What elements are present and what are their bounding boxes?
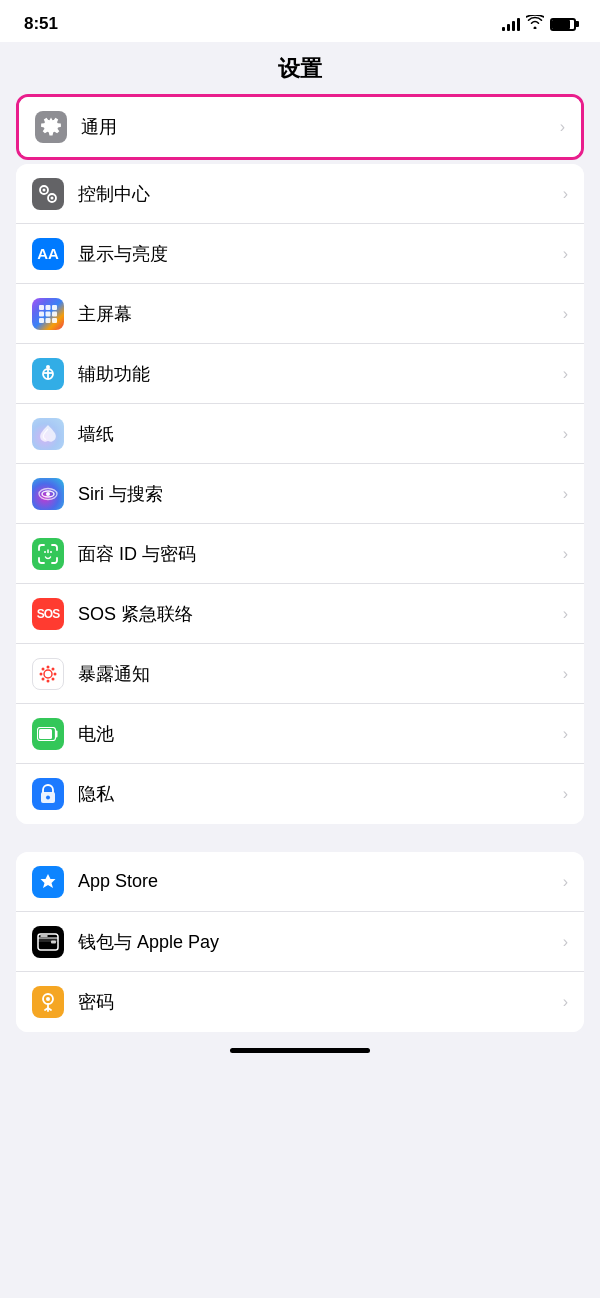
svg-point-42 bbox=[46, 997, 50, 1001]
highlighted-settings-section: 通用 › bbox=[16, 94, 584, 160]
svg-point-4 bbox=[51, 196, 54, 199]
chevron-icon: › bbox=[563, 665, 568, 683]
svg-point-25 bbox=[47, 679, 50, 682]
home-screen-icon bbox=[32, 298, 64, 330]
svg-rect-9 bbox=[46, 311, 51, 316]
status-bar: 8:51 bbox=[0, 0, 600, 42]
settings-row-control-center[interactable]: 控制中心 › bbox=[16, 164, 584, 224]
svg-rect-33 bbox=[39, 729, 52, 739]
page-title: 设置 bbox=[0, 42, 600, 94]
settings-row-battery[interactable]: 电池 › bbox=[16, 704, 584, 764]
chevron-icon: › bbox=[563, 993, 568, 1011]
general-icon bbox=[35, 111, 67, 143]
settings-row-general[interactable]: 通用 › bbox=[19, 97, 581, 157]
chevron-icon: › bbox=[563, 245, 568, 263]
accessibility-icon bbox=[32, 358, 64, 390]
svg-rect-11 bbox=[39, 318, 44, 323]
svg-rect-39 bbox=[51, 940, 56, 943]
chevron-icon: › bbox=[563, 425, 568, 443]
svg-point-35 bbox=[46, 796, 50, 800]
svg-point-22 bbox=[50, 551, 52, 553]
svg-point-20 bbox=[46, 492, 50, 496]
settings-row-accessibility[interactable]: 辅助功能 › bbox=[16, 344, 584, 404]
svg-point-27 bbox=[54, 672, 57, 675]
main-settings-section: 控制中心 › AA 显示与亮度 › 主屏幕 › bbox=[16, 164, 584, 824]
wallet-icon bbox=[32, 926, 64, 958]
chevron-icon: › bbox=[563, 933, 568, 951]
status-icons bbox=[502, 15, 576, 33]
settings-row-home-screen[interactable]: 主屏幕 › bbox=[16, 284, 584, 344]
chevron-icon: › bbox=[563, 785, 568, 803]
wallet-label: 钱包与 Apple Pay bbox=[78, 930, 563, 954]
battery-label: 电池 bbox=[78, 722, 563, 746]
svg-rect-7 bbox=[52, 305, 57, 310]
passwords-label: 密码 bbox=[78, 990, 563, 1014]
home-screen-label: 主屏幕 bbox=[78, 302, 563, 326]
svg-rect-13 bbox=[52, 318, 57, 323]
svg-point-29 bbox=[52, 677, 55, 680]
svg-rect-12 bbox=[46, 318, 51, 323]
battery-icon bbox=[550, 18, 576, 31]
wallpaper-label: 墙纸 bbox=[78, 422, 563, 446]
app-section: App Store › 钱包与 Apple Pay › bbox=[16, 852, 584, 1032]
signal-icon bbox=[502, 17, 520, 31]
home-indicator bbox=[0, 1040, 600, 1063]
settings-row-wallet[interactable]: 钱包与 Apple Pay › bbox=[16, 912, 584, 972]
app-store-icon bbox=[32, 866, 64, 898]
settings-row-siri[interactable]: Siri 与搜索 › bbox=[16, 464, 584, 524]
settings-row-privacy[interactable]: 隐私 › bbox=[16, 764, 584, 824]
svg-point-21 bbox=[44, 551, 46, 553]
display-icon: AA bbox=[32, 238, 64, 270]
settings-row-wallpaper[interactable]: 墙纸 › bbox=[16, 404, 584, 464]
chevron-icon: › bbox=[563, 545, 568, 563]
settings-row-face-id[interactable]: 面容 ID 与密码 › bbox=[16, 524, 584, 584]
face-id-label: 面容 ID 与密码 bbox=[78, 542, 563, 566]
svg-point-23 bbox=[44, 670, 52, 678]
home-bar bbox=[230, 1048, 370, 1053]
app-store-label: App Store bbox=[78, 871, 563, 892]
svg-point-3 bbox=[43, 188, 46, 191]
time-display: 8:51 bbox=[24, 14, 58, 34]
wallpaper-icon bbox=[32, 418, 64, 450]
privacy-label: 隐私 bbox=[78, 782, 563, 806]
settings-row-exposure[interactable]: 暴露通知 › bbox=[16, 644, 584, 704]
siri-label: Siri 与搜索 bbox=[78, 482, 563, 506]
sos-label: SOS 紧急联络 bbox=[78, 602, 563, 626]
chevron-icon: › bbox=[563, 725, 568, 743]
general-label: 通用 bbox=[81, 115, 560, 139]
chevron-icon: › bbox=[563, 873, 568, 891]
svg-point-28 bbox=[42, 667, 45, 670]
svg-point-31 bbox=[42, 677, 45, 680]
exposure-label: 暴露通知 bbox=[78, 662, 563, 686]
privacy-icon bbox=[32, 778, 64, 810]
svg-point-30 bbox=[52, 667, 55, 670]
wifi-icon bbox=[526, 15, 544, 33]
sos-icon: SOS bbox=[32, 598, 64, 630]
password-icon bbox=[32, 986, 64, 1018]
control-center-icon bbox=[32, 178, 64, 210]
svg-rect-5 bbox=[39, 305, 44, 310]
settings-row-passwords[interactable]: 密码 › bbox=[16, 972, 584, 1032]
svg-rect-6 bbox=[46, 305, 51, 310]
svg-rect-8 bbox=[39, 311, 44, 316]
svg-rect-10 bbox=[52, 311, 57, 316]
display-label: 显示与亮度 bbox=[78, 242, 563, 266]
settings-row-sos[interactable]: SOS SOS 紧急联络 › bbox=[16, 584, 584, 644]
exposure-icon bbox=[32, 658, 64, 690]
chevron-icon: › bbox=[563, 305, 568, 323]
chevron-icon: › bbox=[563, 485, 568, 503]
chevron-icon: › bbox=[563, 365, 568, 383]
chevron-icon: › bbox=[560, 118, 565, 136]
chevron-icon: › bbox=[563, 605, 568, 623]
accessibility-label: 辅助功能 bbox=[78, 362, 563, 386]
chevron-icon: › bbox=[563, 185, 568, 203]
settings-row-app-store[interactable]: App Store › bbox=[16, 852, 584, 912]
siri-icon bbox=[32, 478, 64, 510]
face-id-icon bbox=[32, 538, 64, 570]
svg-point-26 bbox=[40, 672, 43, 675]
control-center-label: 控制中心 bbox=[78, 182, 563, 206]
battery-settings-icon bbox=[32, 718, 64, 750]
svg-point-24 bbox=[47, 665, 50, 668]
settings-row-display[interactable]: AA 显示与亮度 › bbox=[16, 224, 584, 284]
